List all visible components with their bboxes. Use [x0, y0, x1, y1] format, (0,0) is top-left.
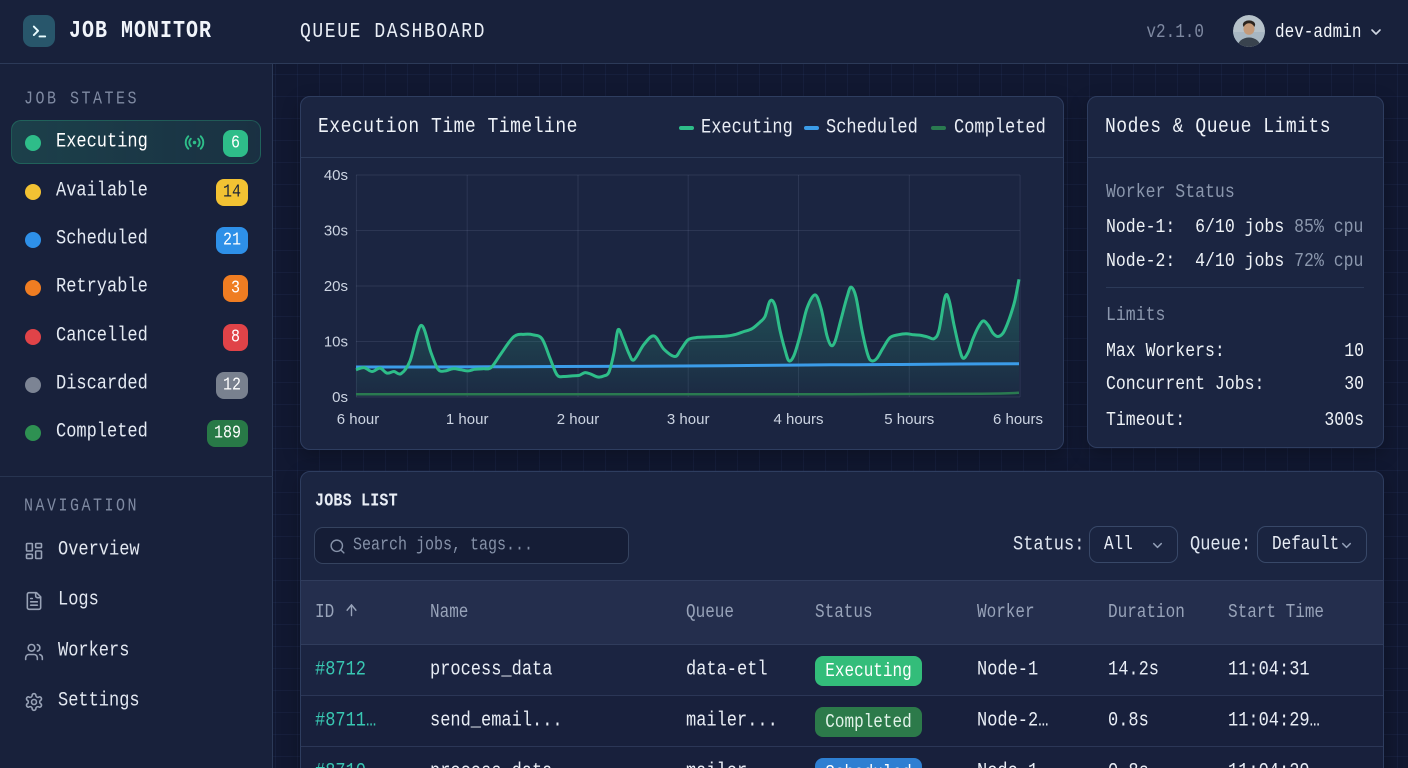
- svg-text:30s: 30s: [324, 223, 348, 240]
- svg-text:2 hour: 2 hour: [557, 411, 600, 428]
- svg-text:10s: 10s: [324, 334, 348, 351]
- svg-text:6 hours: 6 hours: [993, 411, 1043, 428]
- svg-text:40s: 40s: [324, 167, 348, 184]
- svg-text:3 hour: 3 hour: [667, 411, 710, 428]
- svg-text:20s: 20s: [324, 278, 348, 295]
- svg-text:0s: 0s: [332, 389, 348, 406]
- svg-text:1 hour: 1 hour: [446, 411, 489, 428]
- svg-text:6 hour: 6 hour: [337, 411, 380, 428]
- svg-text:4 hours: 4 hours: [773, 411, 823, 428]
- svg-text:5 hours: 5 hours: [884, 411, 934, 428]
